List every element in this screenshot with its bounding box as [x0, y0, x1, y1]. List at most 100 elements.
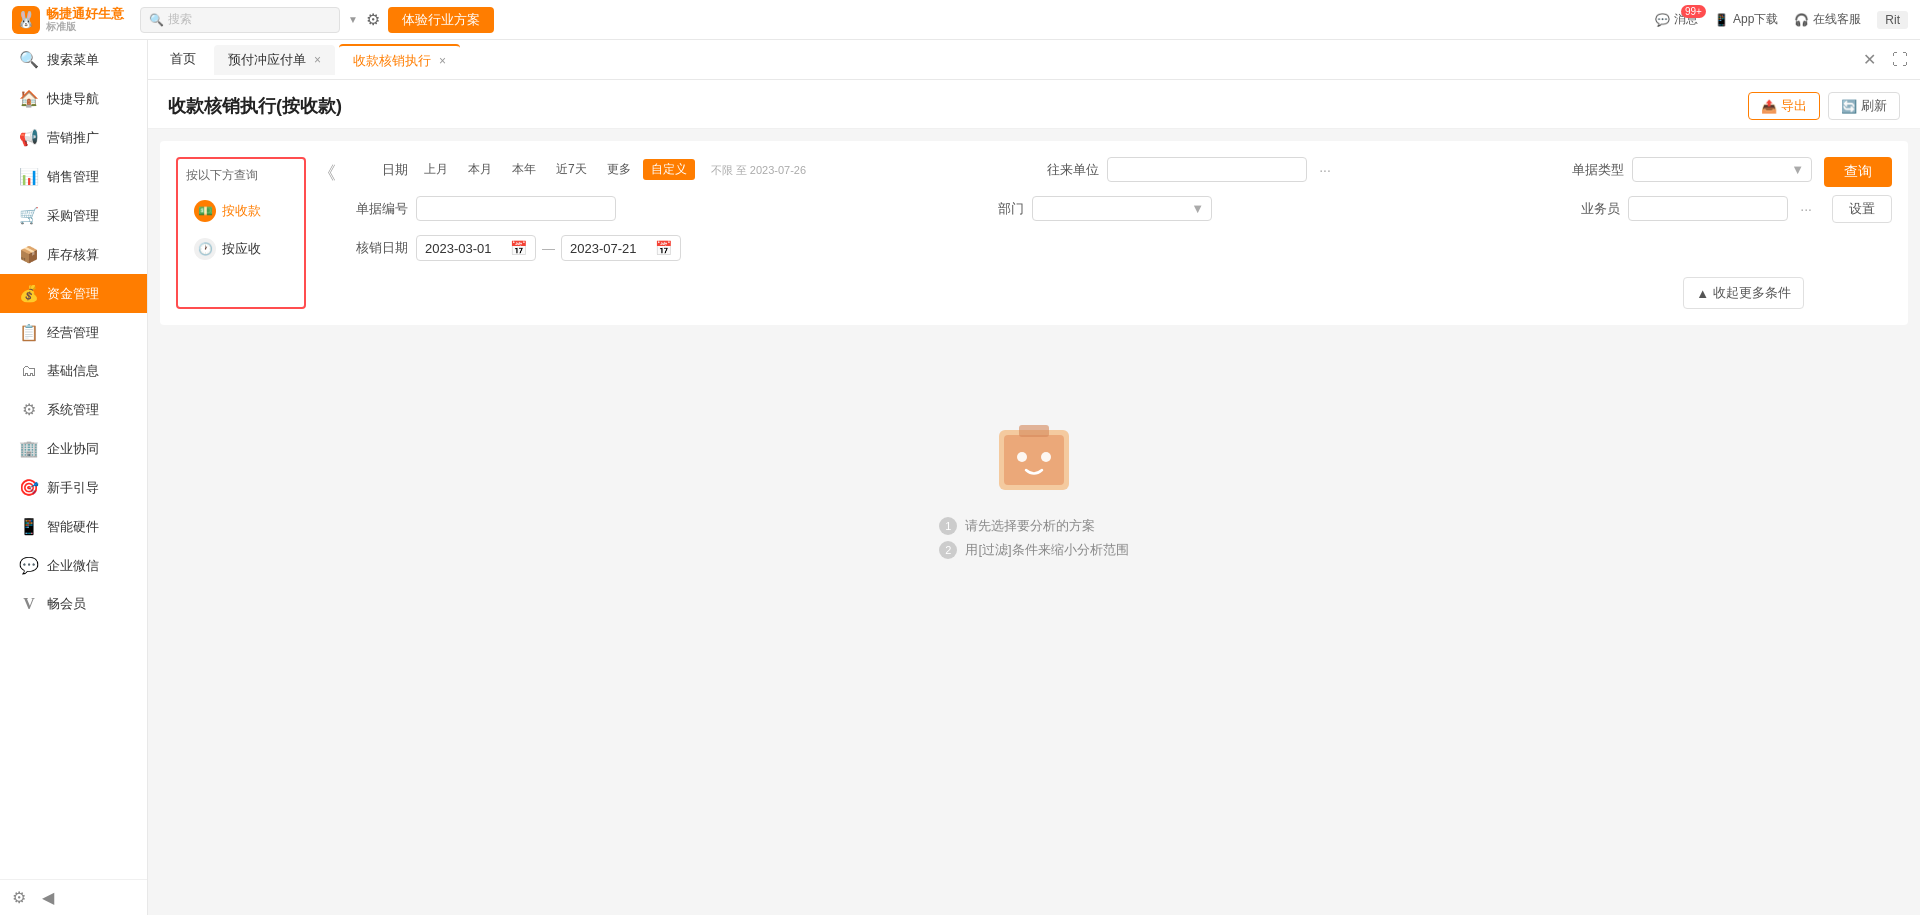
- solution-button[interactable]: 体验行业方案: [388, 7, 494, 33]
- tab-home[interactable]: 首页: [156, 44, 210, 76]
- filter-panel: 按以下方查询 💵 按收款 🕐 按应收 《: [160, 141, 1908, 325]
- sidebar-bottom: ⚙ ◀: [0, 879, 147, 915]
- search-menu-icon: 🔍: [19, 50, 39, 69]
- filter-by-receivable[interactable]: 🕐 按应收: [186, 232, 296, 266]
- service-icon: 🎧: [1794, 13, 1809, 27]
- tab-close-icon[interactable]: ✕: [1859, 48, 1880, 71]
- writeoff-end-date[interactable]: 2023-07-21 📅: [561, 235, 681, 261]
- sidebar-item-quick-nav[interactable]: 🏠 快捷导航: [0, 79, 147, 118]
- tab-expand-icon[interactable]: ⛶: [1888, 49, 1912, 71]
- sidebar-item-label: 企业微信: [47, 557, 99, 575]
- online-service-button[interactable]: 🎧 在线客服: [1794, 11, 1861, 28]
- tab-bar: 首页 预付冲应付单 × 收款核销执行 × ✕ ⛶: [148, 40, 1920, 80]
- filter-row-2: 单据编号 部门 ▼: [348, 196, 1812, 221]
- salesperson-label: 业务员: [1560, 200, 1620, 218]
- user-profile[interactable]: Rit: [1877, 11, 1908, 29]
- counterparty-input[interactable]: [1107, 157, 1307, 182]
- search-bar[interactable]: 🔍 搜索: [140, 7, 340, 33]
- dept-select-wrapper: ▼: [1032, 196, 1212, 221]
- date-label: 日期: [348, 161, 408, 179]
- content-area: 首页 预付冲应付单 × 收款核销执行 × ✕ ⛶ 收款核销执行(按收款) 📤: [148, 40, 1920, 915]
- guide-icon: 🎯: [19, 478, 39, 497]
- date-btn-7days[interactable]: 近7天: [548, 159, 595, 180]
- date-btn-custom[interactable]: 自定义: [643, 159, 695, 180]
- search-icon: 🔍: [149, 13, 164, 27]
- enterprise-icon: 🏢: [19, 439, 39, 458]
- app-logo: 🐰 畅捷通好生意 标准版: [12, 6, 124, 34]
- export-icon: 📤: [1761, 99, 1777, 114]
- chevron-down-icon[interactable]: ▼: [348, 14, 358, 25]
- docnumber-label: 单据编号: [348, 200, 408, 218]
- empty-hint-1-text: 请先选择要分析的方案: [965, 517, 1095, 535]
- doctype-select-wrapper: ▼: [1632, 157, 1812, 182]
- salesperson-input[interactable]: [1628, 196, 1788, 221]
- writeoff-start-date[interactable]: 2023-03-01 📅: [416, 235, 536, 261]
- filter-collapse-button[interactable]: 《: [318, 161, 336, 185]
- sidebar-item-label: 企业协同: [47, 440, 99, 458]
- sidebar-item-system[interactable]: ⚙ 系统管理: [0, 390, 147, 429]
- sidebar-item-label: 智能硬件: [47, 518, 99, 536]
- sidebar-item-search[interactable]: 🔍 搜索菜单: [0, 40, 147, 79]
- purchase-icon: 🛒: [19, 206, 39, 225]
- sidebar-item-finance[interactable]: 💰 资金管理: [0, 274, 147, 313]
- dept-select[interactable]: [1032, 196, 1212, 221]
- sales-icon: 📊: [19, 167, 39, 186]
- sidebar-item-operation[interactable]: 📋 经营管理: [0, 313, 147, 352]
- top-bar: 🐰 畅捷通好生意 标准版 🔍 搜索 ▼ ⚙ 体验行业方案 💬 消息 99+ 📱 …: [0, 0, 1920, 40]
- export-button[interactable]: 📤 导出: [1748, 92, 1820, 120]
- query-button[interactable]: 查询: [1824, 157, 1892, 187]
- empty-hint-2: 2 用[过滤]条件来缩小分析范围: [939, 541, 1128, 559]
- sidebar-item-wechat[interactable]: 💬 企业微信: [0, 546, 147, 585]
- sidebar-item-sales[interactable]: 📊 销售管理: [0, 157, 147, 196]
- doctype-filter-group: 单据类型 ▼: [1564, 157, 1812, 182]
- app-download-button[interactable]: 📱 App下载: [1714, 11, 1778, 28]
- finance-icon: 💰: [19, 284, 39, 303]
- sidebar-item-label: 畅会员: [47, 595, 86, 613]
- docnumber-input[interactable]: [416, 196, 616, 221]
- sidebar-item-label: 资金管理: [47, 285, 99, 303]
- filter-by-receivable-label: 按应收: [222, 240, 261, 258]
- counterparty-dots[interactable]: ···: [1319, 162, 1331, 178]
- message-button[interactable]: 💬 消息 99+: [1655, 11, 1698, 28]
- hardware-icon: 📱: [19, 517, 39, 536]
- sidebar-item-hardware[interactable]: 📱 智能硬件: [0, 507, 147, 546]
- top-bar-right: 💬 消息 99+ 📱 App下载 🎧 在线客服 Rit: [1655, 11, 1908, 29]
- filter-by-receipt[interactable]: 💵 按收款: [186, 194, 296, 228]
- tab-prepay-close[interactable]: ×: [314, 53, 321, 67]
- message-icon: 💬: [1655, 13, 1670, 27]
- receipt-icon: 💵: [194, 200, 216, 222]
- tab-prepay[interactable]: 预付冲应付单 ×: [214, 45, 335, 75]
- date-btn-this-month[interactable]: 本月: [460, 159, 500, 180]
- refresh-button[interactable]: 🔄 刷新: [1828, 92, 1900, 120]
- date-btn-this-year[interactable]: 本年: [504, 159, 544, 180]
- setting-button[interactable]: 设置: [1832, 195, 1892, 223]
- salesperson-dots[interactable]: ···: [1800, 201, 1812, 217]
- empty-state: 1 请先选择要分析的方案 2 用[过滤]条件来缩小分析范围: [148, 325, 1920, 599]
- tab-writeoff[interactable]: 收款核销执行 ×: [339, 44, 460, 76]
- home-icon: 🏠: [19, 89, 39, 108]
- sidebar-item-label: 搜索菜单: [47, 51, 99, 69]
- collapse-sidebar-icon[interactable]: ◀: [42, 888, 54, 907]
- date-btn-last-month[interactable]: 上月: [416, 159, 456, 180]
- settings-bottom-icon[interactable]: ⚙: [12, 888, 26, 907]
- filter-type-selector: 按以下方查询 💵 按收款 🕐 按应收: [176, 157, 306, 309]
- sidebar-item-guide[interactable]: 🎯 新手引导: [0, 468, 147, 507]
- sidebar-item-basic[interactable]: 🗂 基础信息: [0, 352, 147, 390]
- sidebar-item-label: 系统管理: [47, 401, 99, 419]
- empty-svg: [984, 405, 1084, 505]
- sidebar-item-label: 销售管理: [47, 168, 99, 186]
- sidebar-item-purchase[interactable]: 🛒 采购管理: [0, 196, 147, 235]
- sidebar-item-member[interactable]: V 畅会员: [0, 585, 147, 623]
- operation-icon: 📋: [19, 323, 39, 342]
- tab-writeoff-close[interactable]: ×: [439, 54, 446, 68]
- doctype-select[interactable]: [1632, 157, 1812, 182]
- collapse-more-button[interactable]: ▲ 收起更多条件: [1683, 277, 1804, 309]
- gear-icon[interactable]: ⚙: [366, 10, 380, 29]
- sidebar-item-enterprise[interactable]: 🏢 企业协同: [0, 429, 147, 468]
- date-range-separator: —: [542, 241, 555, 256]
- sidebar-item-label: 库存核算: [47, 246, 99, 264]
- counterparty-filter-group: 往来单位 ···: [1039, 157, 1331, 182]
- date-btn-more[interactable]: 更多: [599, 159, 639, 180]
- sidebar-item-marketing[interactable]: 📢 营销推广: [0, 118, 147, 157]
- sidebar-item-inventory[interactable]: 📦 库存核算: [0, 235, 147, 274]
